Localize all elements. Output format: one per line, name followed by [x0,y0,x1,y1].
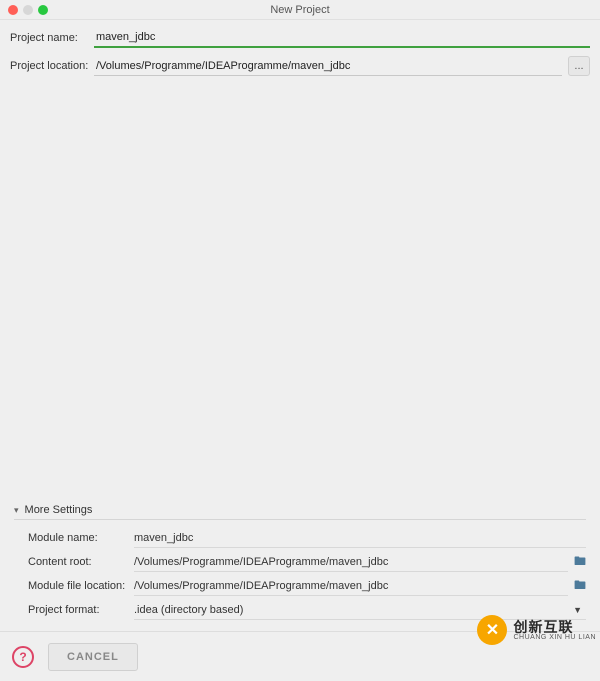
project-format-select[interactable]: .idea (directory based) ▼ [134,600,586,620]
folder-icon[interactable]: 🖿 [574,552,586,573]
zoom-icon[interactable] [38,5,48,15]
module-name-label: Module name: [28,532,134,544]
project-location-label: Project location: [10,60,94,72]
module-file-location-input[interactable]: /Volumes/Programme/IDEAProgramme/maven_j… [134,576,568,596]
content-root-value: /Volumes/Programme/IDEAProgramme/maven_j… [134,556,388,568]
footer: ? CANCEL [0,631,600,681]
help-button[interactable]: ? [12,646,34,668]
module-file-location-value: /Volumes/Programme/IDEAProgramme/maven_j… [134,580,388,592]
window-title: New Project [0,4,600,16]
cancel-button[interactable]: CANCEL [48,643,138,671]
project-name-label: Project name: [10,32,94,44]
project-name-input[interactable] [94,28,590,48]
window-controls [8,5,48,15]
titlebar: New Project [0,0,600,20]
content-root-label: Content root: [28,556,134,568]
project-location-input[interactable] [94,56,562,76]
more-settings-header[interactable]: ▾ More Settings [14,504,586,520]
content-root-input[interactable]: /Volumes/Programme/IDEAProgramme/maven_j… [134,552,568,572]
close-icon[interactable] [8,5,18,15]
more-settings-label: More Settings [25,504,93,516]
module-file-location-label: Module file location: [28,580,134,592]
browse-location-button[interactable]: ... [568,56,590,76]
module-name-value: maven_jdbc [134,532,193,544]
chevron-down-icon: ▼ [573,605,586,615]
minimize-icon [23,5,33,15]
empty-space [0,84,600,504]
project-format-label: Project format: [28,604,134,616]
folder-icon[interactable]: 🖿 [574,576,586,597]
module-name-input[interactable]: maven_jdbc [134,528,586,548]
project-format-value: .idea (directory based) [134,604,243,616]
chevron-down-icon: ▾ [14,505,19,516]
